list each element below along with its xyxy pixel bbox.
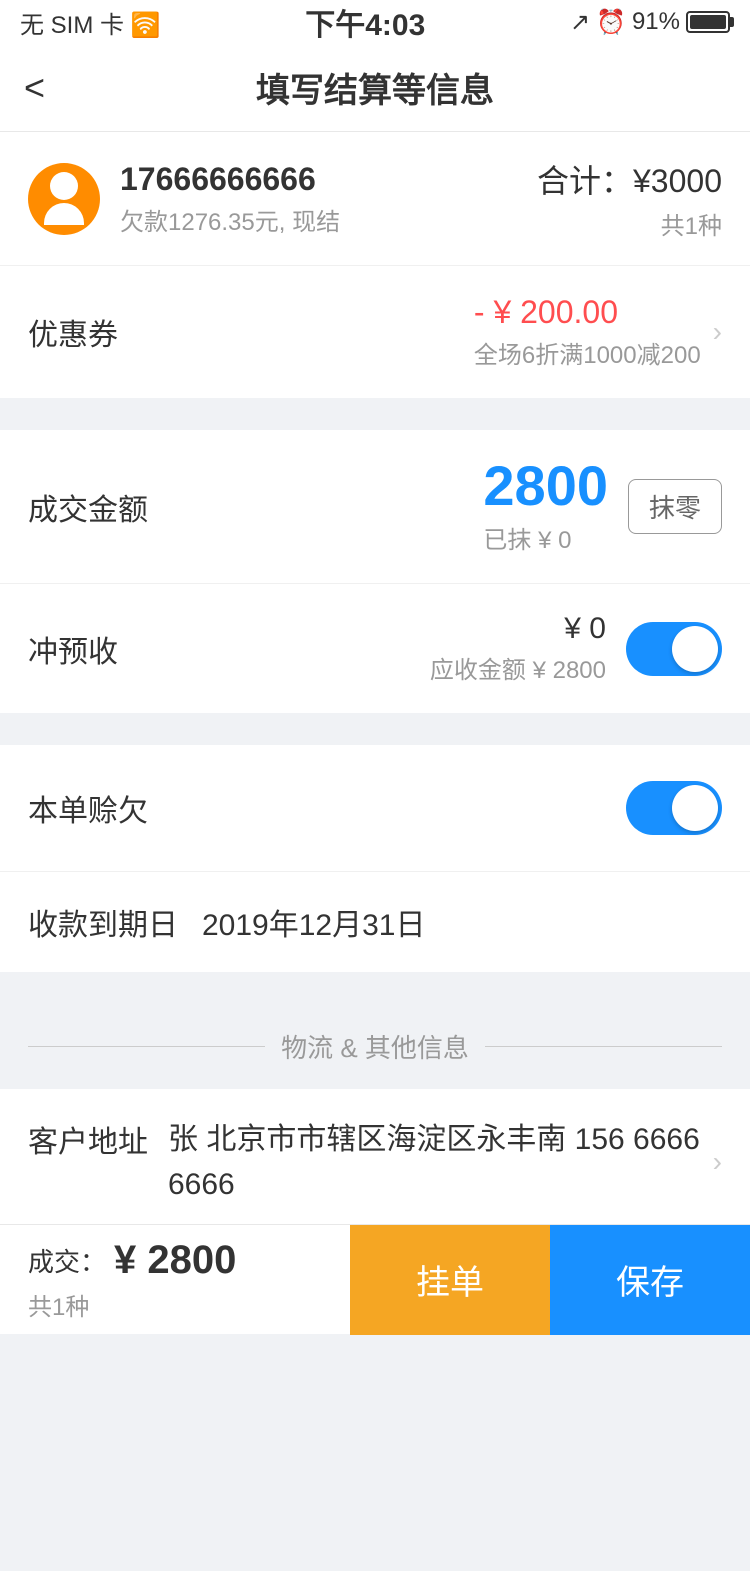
alarm-icon: ⏰ [596, 8, 626, 37]
pre-right: ¥ 0 应收金额 ¥ 2800 [430, 612, 722, 685]
coupon-description: 全场6折满1000减200 [474, 335, 701, 370]
status-left: 无 SIM 卡 🛜 [20, 5, 161, 40]
address-value: 张 北京市市辖区海淀区永丰南 156 6666 6666 [168, 1117, 701, 1207]
user-row: 17666666666 欠款1276.35元, 现结 合计：¥3000 共1种 [0, 132, 750, 265]
pre-sub: 应收金额 ¥ 2800 [430, 650, 606, 685]
logistics-line-left [28, 1046, 265, 1047]
total-amount: 合计：¥3000 [537, 156, 722, 202]
logistics-header: 物流 & 其他信息 [0, 1004, 750, 1089]
battery-icon [686, 11, 730, 33]
user-card: 17666666666 欠款1276.35元, 现结 合计：¥3000 共1种 … [0, 132, 750, 398]
sim-label: 无 SIM 卡 🛜 [20, 5, 161, 40]
amount-label: 成交金额 [28, 485, 148, 529]
content: 17666666666 欠款1276.35元, 现结 合计：¥3000 共1种 … [0, 132, 750, 1571]
pre-value-block: ¥ 0 应收金额 ¥ 2800 [430, 612, 606, 685]
page-title: 填写结算等信息 [256, 63, 494, 112]
chevron-right-icon: › [713, 316, 722, 348]
logistics-line-right [485, 1046, 722, 1047]
due-date-label: 收款到期日 [28, 900, 178, 944]
coupon-right: - ¥ 200.00 全场6折满1000减200 › [474, 294, 722, 370]
amount-sub: 已抹 ¥ 0 [483, 520, 608, 555]
pre-receive-toggle[interactable] [626, 622, 722, 676]
debt-toggle[interactable] [626, 781, 722, 835]
amount-row: 成交金额 2800 已抹 ¥ 0 抹零 [0, 430, 750, 583]
logistics-title: 物流 & 其他信息 [281, 1028, 469, 1065]
battery-percent: 91% [632, 8, 680, 36]
address-chevron-icon: › [713, 1146, 722, 1178]
address-card: 客户地址 张 北京市市辖区海淀区永丰南 156 6666 6666 › [0, 1089, 750, 1235]
nav-bar: < 填写结算等信息 [0, 44, 750, 132]
status-time: 下午4:03 [305, 0, 425, 44]
address-label: 客户地址 [28, 1117, 148, 1161]
section-divider-3 [0, 988, 750, 1004]
status-bar: 无 SIM 卡 🛜 下午4:03 ↗ ⏰ 91% [0, 0, 750, 44]
debt-row: 本单赊欠 [0, 745, 750, 871]
avatar [28, 163, 100, 235]
bottom-bar: 成交： ¥ 2800 共1种 挂单 保存 [0, 1224, 750, 1334]
amount-value-block: 2800 已抹 ¥ 0 [483, 458, 608, 555]
user-phone: 17666666666 [120, 161, 537, 198]
due-date-value: 2019年12月31日 [202, 900, 425, 944]
toggle-knob [672, 626, 718, 672]
back-button[interactable]: < [24, 67, 45, 109]
avatar-body [44, 203, 84, 225]
coupon-label: 优惠券 [28, 310, 118, 354]
transaction-label: 成交： [28, 1242, 106, 1279]
amount-right: 2800 已抹 ¥ 0 抹零 [483, 458, 722, 555]
debt-card: 本单赊欠 收款到期日 2019年12月31日 [0, 745, 750, 972]
transaction-card: 成交金额 2800 已抹 ¥ 0 抹零 冲预收 ¥ 0 应收金额 ¥ 2800 [0, 430, 750, 713]
bottom-info: 成交： ¥ 2800 共1种 [0, 1238, 350, 1322]
section-divider-2 [0, 729, 750, 745]
due-date-row: 收款到期日 2019年12月31日 [0, 871, 750, 972]
debt-toggle-knob [672, 785, 718, 831]
pre-value: ¥ 0 [430, 612, 606, 646]
pre-receive-row: 冲预收 ¥ 0 应收金额 ¥ 2800 [0, 583, 750, 713]
location-icon: ↗ [570, 8, 590, 37]
address-row[interactable]: 客户地址 张 北京市市辖区海淀区永丰南 156 6666 6666 › [0, 1089, 750, 1235]
amount-value: 2800 [483, 458, 608, 514]
bottom-count: 共1种 [28, 1287, 322, 1322]
section-divider-1 [0, 414, 750, 430]
debt-label: 本单赊欠 [28, 786, 148, 830]
user-debt: 欠款1276.35元, 现结 [120, 202, 537, 237]
bottom-transaction: 成交： ¥ 2800 [28, 1238, 322, 1283]
save-button[interactable]: 保存 [550, 1225, 750, 1335]
user-total: 合计：¥3000 共1种 [537, 156, 722, 241]
avatar-head [50, 172, 78, 200]
avatar-person [44, 172, 84, 225]
hang-button[interactable]: 挂单 [350, 1225, 550, 1335]
coupon-discount: - ¥ 200.00 [474, 294, 701, 331]
status-right: ↗ ⏰ 91% [570, 8, 730, 37]
bottom-amount: ¥ 2800 [114, 1238, 236, 1283]
coupon-row[interactable]: 优惠券 - ¥ 200.00 全场6折满1000减200 › [0, 265, 750, 398]
pre-receive-label: 冲预收 [28, 627, 118, 671]
user-info: 17666666666 欠款1276.35元, 现结 [120, 161, 537, 237]
round-button[interactable]: 抹零 [628, 479, 722, 534]
coupon-value-block: - ¥ 200.00 全场6折满1000减200 [474, 294, 701, 370]
total-count: 共1种 [537, 206, 722, 241]
